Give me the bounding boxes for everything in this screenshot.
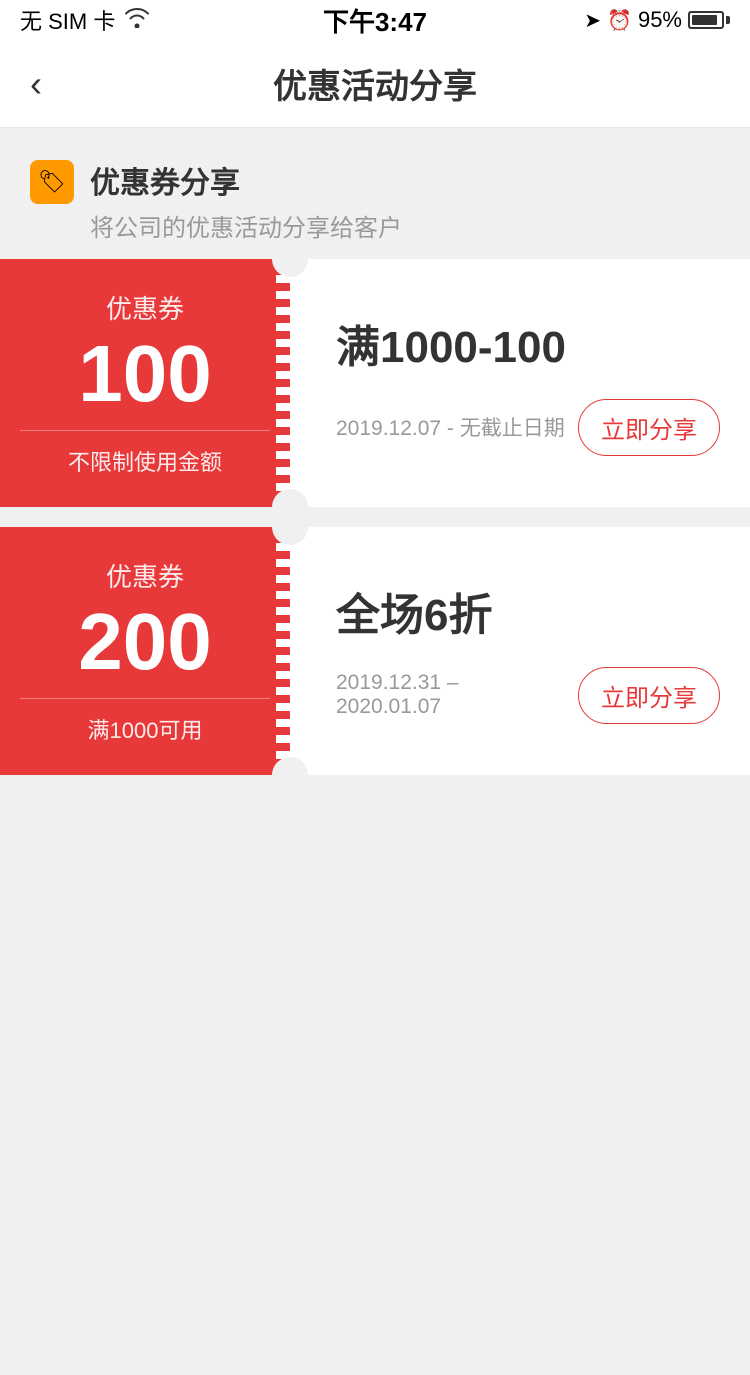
back-button[interactable]: ‹: [30, 63, 42, 105]
coupon-condition-1: 不限制使用金额: [68, 445, 222, 477]
share-button-1[interactable]: 立即分享: [578, 399, 720, 456]
section-text: 优惠券分享 将公司的优惠活动分享给客户: [90, 158, 402, 243]
coupon-icon: 🏷: [38, 169, 66, 195]
section-header: 🏷 优惠券分享 将公司的优惠活动分享给客户: [0, 128, 750, 259]
coupon-amount-1: 100: [78, 334, 211, 414]
status-bar: 无 SIM 卡 下午3:47 ➤ ⏰ 95%: [0, 0, 750, 40]
coupon-date-1: 2019.12.07 - 无截止日期: [336, 412, 568, 442]
coupon-name-1: 满1000-100: [336, 311, 720, 375]
coupon-label-2: 优惠券: [106, 557, 184, 594]
section-icon: 🏷: [30, 160, 74, 204]
coupon-divider-1: [20, 430, 270, 431]
coupon-divider-2: [20, 698, 270, 699]
coupon-card-1: 优惠券 100 不限制使用金额 满1000-100 2019.12.07 - 无…: [0, 259, 750, 507]
status-right: ➤ ⏰ 95%: [584, 7, 730, 33]
coupon-notch-bottom-2: [272, 757, 308, 775]
nav-bar: ‹ 优惠活动分享: [0, 40, 750, 128]
carrier-text: 无 SIM 卡: [20, 4, 115, 36]
nav-title: 优惠活动分享: [273, 59, 477, 108]
battery-icon: [688, 11, 730, 29]
coupon-list: 优惠券 100 不限制使用金额 满1000-100 2019.12.07 - 无…: [0, 259, 750, 815]
coupon-label-1: 优惠券: [106, 289, 184, 326]
battery-percent: 95%: [638, 7, 682, 33]
alarm-icon: ⏰: [607, 8, 632, 33]
coupon-right-1: 满1000-100 2019.12.07 - 无截止日期 立即分享: [290, 259, 750, 507]
coupon-date-2: 2019.12.31 – 2020.01.07: [336, 671, 568, 719]
coupon-right-2: 全场6折 2019.12.31 – 2020.01.07 立即分享: [290, 527, 750, 775]
coupon-name-2: 全场6折: [336, 579, 720, 643]
coupon-notch-top-2: [272, 527, 308, 545]
status-left: 无 SIM 卡: [20, 4, 151, 36]
section-subtitle: 将公司的优惠活动分享给客户: [90, 208, 402, 243]
location-icon: ➤: [584, 8, 601, 33]
coupon-amount-2: 200: [78, 602, 211, 682]
coupon-meta-2: 2019.12.31 – 2020.01.07 立即分享: [336, 667, 720, 724]
coupon-condition-2: 满1000可用: [88, 713, 203, 745]
coupon-notch-top-1: [272, 259, 308, 277]
coupon-card-2: 优惠券 200 满1000可用 全场6折 2019.12.31 – 2020.0…: [0, 527, 750, 775]
coupon-meta-1: 2019.12.07 - 无截止日期 立即分享: [336, 399, 720, 456]
coupon-left-1: 优惠券 100 不限制使用金额: [0, 259, 290, 507]
section-title: 优惠券分享: [90, 158, 402, 202]
share-button-2[interactable]: 立即分享: [578, 667, 720, 724]
coupon-left-2: 优惠券 200 满1000可用: [0, 527, 290, 775]
coupon-notch-bottom-1: [272, 489, 308, 507]
wifi-icon: [123, 6, 151, 34]
bottom-area: [0, 815, 750, 1375]
status-time: 下午3:47: [323, 2, 427, 39]
